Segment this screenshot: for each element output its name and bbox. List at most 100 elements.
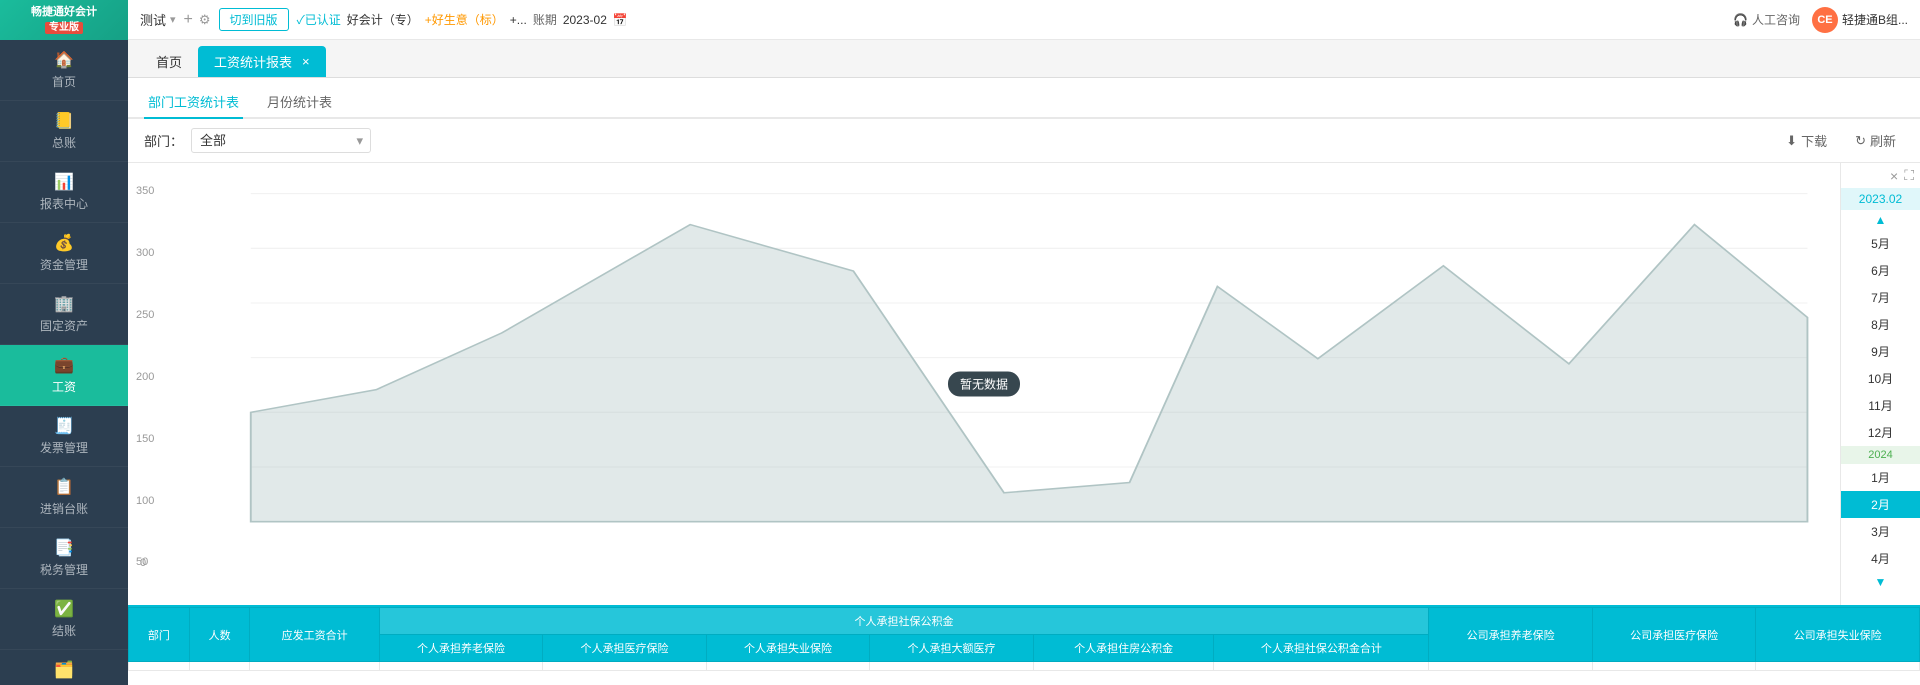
sidebar-item-tax[interactable]: 📑 税务管理	[0, 528, 128, 589]
y-label-100: 100	[136, 495, 154, 507]
user-area[interactable]: CE 轻捷通B组...	[1812, 7, 1908, 33]
logo: 畅捷通好会计 专业版	[0, 0, 128, 40]
y-label-200: 200	[136, 371, 154, 383]
date-panel: × ⛶ 2023.02 ▲ 5月 6月 7月 8月 9月 10月 11月 12月…	[1840, 163, 1920, 605]
th-personal-housing: 个人承担住房公积金	[1033, 635, 1214, 662]
tab-close-icon[interactable]: ×	[302, 54, 310, 69]
chart-svg	[188, 173, 1820, 565]
badge-certified: ✓已认证	[297, 11, 341, 28]
sidebar-item-home[interactable]: 🏠 首页	[0, 40, 128, 101]
sidebar: 🏠 首页 📒 总账 📊 报表中心 💰 资金管理 🏢 固定资产 💼 工资 🧾 发票…	[0, 40, 128, 685]
month-3-2024[interactable]: 3月	[1841, 518, 1920, 545]
sidebar-item-invoice[interactable]: 🧾 发票管理	[0, 406, 128, 467]
month-6[interactable]: 6月	[1841, 257, 1920, 284]
dept-label: 部门：	[144, 131, 183, 150]
expand-panel-btn[interactable]: ⛶	[1904, 167, 1914, 184]
th-personal-group: 个人承担社保公积金	[379, 608, 1429, 635]
header-badges: ✓已认证 好会计（专） +好生意（标） +... 账期 2023-02 📅	[297, 11, 628, 28]
sidebar-item-reports[interactable]: 📊 报表中心	[0, 162, 128, 223]
sidebar-label-reports: 报表中心	[40, 195, 88, 212]
sidebar-label-sales: 进销台账	[40, 500, 88, 517]
dept-select[interactable]: 全部	[191, 128, 371, 153]
sidebar-item-assets[interactable]: 🏢 固定资产	[0, 284, 128, 345]
refresh-btn[interactable]: ↻ 刷新	[1847, 127, 1904, 154]
sidebar-item-ledger[interactable]: 📒 总账	[0, 101, 128, 162]
download-btn[interactable]: ⬇ 下载	[1778, 127, 1835, 154]
table-row	[129, 662, 1920, 671]
period-value: 2023-02	[563, 13, 607, 27]
download-icon: ⬇	[1786, 133, 1797, 149]
year-label[interactable]: 2023.02	[1841, 188, 1920, 210]
sidebar-item-funds[interactable]: 💰 资金管理	[0, 223, 128, 284]
th-personal-pension: 个人承担养老保险	[379, 635, 543, 662]
bottom-table: 部门 人数 应发工资合计 个人承担社保公积金 公司承担养老保险 公司承担医疗保险…	[128, 605, 1920, 685]
tab-payroll-stats[interactable]: 工资统计报表 ×	[198, 46, 326, 77]
plus-icon[interactable]: +	[184, 11, 193, 29]
month-8[interactable]: 8月	[1841, 311, 1920, 338]
sidebar-label-funds: 资金管理	[40, 256, 88, 273]
th-dept: 部门	[129, 608, 190, 662]
month-4-2024[interactable]: 4月	[1841, 545, 1920, 572]
header-icons: + ⚙	[184, 11, 211, 29]
toolbar-right: ⬇ 下载 ↻ 刷新	[1778, 127, 1904, 154]
calendar-icon[interactable]: 📅	[613, 13, 628, 27]
badge-product2: +好生意（标）	[425, 11, 504, 28]
ledger-icon: 📒	[54, 111, 74, 131]
toolbar: 部门： 全部 ⬇ 下载 ↻ 刷新	[128, 119, 1920, 163]
refresh-icon: ↻	[1855, 133, 1866, 149]
avatar: CE	[1812, 7, 1838, 33]
switch-btn[interactable]: 切到旧版	[219, 8, 289, 31]
nav-down-btn[interactable]: ▼	[1841, 572, 1920, 592]
period-label: 账期	[533, 11, 557, 28]
sidebar-item-payroll[interactable]: 💼 工资	[0, 345, 128, 406]
year-2024-label[interactable]: 2024	[1841, 446, 1920, 464]
content-area: 首页 工资统计报表 × 部门工资统计表 月份统计表 部门： 全部	[128, 40, 1920, 685]
y-label-300: 300	[136, 247, 154, 259]
test-tab[interactable]: 测试 ▾	[140, 10, 176, 29]
month-2-2024[interactable]: 2月	[1841, 491, 1920, 518]
y-label-350: 350	[136, 185, 154, 197]
logo-subtitle: 专业版	[45, 22, 83, 34]
month-9[interactable]: 9月	[1841, 338, 1920, 365]
th-personal-major-medical: 个人承担大额医疗	[870, 635, 1034, 662]
support-btn[interactable]: 🎧 人工咨询	[1733, 11, 1800, 28]
funds-icon: 💰	[54, 233, 74, 253]
month-11[interactable]: 11月	[1841, 392, 1920, 419]
headphone-icon: 🎧	[1733, 13, 1748, 27]
tab-month-stats[interactable]: 月份统计表	[263, 86, 336, 119]
logo-title: 畅捷通好会计	[31, 6, 97, 19]
th-total-salary: 应发工资合计	[250, 608, 379, 662]
tab-bar: 首页 工资统计报表 ×	[128, 40, 1920, 78]
nav-up-btn[interactable]: ▲	[1841, 210, 1920, 230]
th-count: 人数	[189, 608, 250, 662]
chart-container: 350 300 250 200 150 100 50 0	[128, 163, 1840, 605]
close-panel-btn[interactable]: ×	[1890, 168, 1898, 184]
month-5[interactable]: 5月	[1841, 230, 1920, 257]
chart-inner: 350 300 250 200 150 100 50 0	[128, 163, 1840, 605]
tab-home[interactable]: 首页	[140, 46, 198, 77]
month-1-2024[interactable]: 1月	[1841, 464, 1920, 491]
badge-product1: 好会计（专）	[347, 11, 419, 28]
sidebar-item-sales[interactable]: 📋 进销台账	[0, 467, 128, 528]
th-company-medical: 公司承担医疗保险	[1592, 608, 1756, 662]
stats-table: 部门 人数 应发工资合计 个人承担社保公积金 公司承担养老保险 公司承担医疗保险…	[128, 607, 1920, 671]
sidebar-label-assets: 固定资产	[40, 317, 88, 334]
inner-tabs: 部门工资统计表 月份统计表	[128, 78, 1920, 119]
settings-icon[interactable]: ⚙	[199, 12, 211, 28]
sidebar-item-archive[interactable]: 🗂️ 归档管理	[0, 650, 128, 685]
tab-dept-stats[interactable]: 部门工资统计表	[144, 86, 243, 119]
month-10[interactable]: 10月	[1841, 365, 1920, 392]
month-7[interactable]: 7月	[1841, 284, 1920, 311]
month-12[interactable]: 12月	[1841, 419, 1920, 446]
y-label-0: 0	[140, 557, 146, 569]
sidebar-label-checkout: 结账	[52, 622, 76, 639]
th-company-pension: 公司承担养老保险	[1429, 608, 1593, 662]
test-label: 测试	[140, 10, 166, 29]
sidebar-item-checkout[interactable]: ✅ 结账	[0, 589, 128, 650]
th-company-unemp: 公司承担失业保险	[1756, 608, 1920, 662]
chart-tooltip: 暂无数据	[948, 372, 1020, 397]
checkout-icon: ✅	[54, 599, 74, 619]
sidebar-label-tax: 税务管理	[40, 561, 88, 578]
y-label-250: 250	[136, 309, 154, 321]
dept-select-wrapper[interactable]: 全部	[191, 128, 371, 153]
